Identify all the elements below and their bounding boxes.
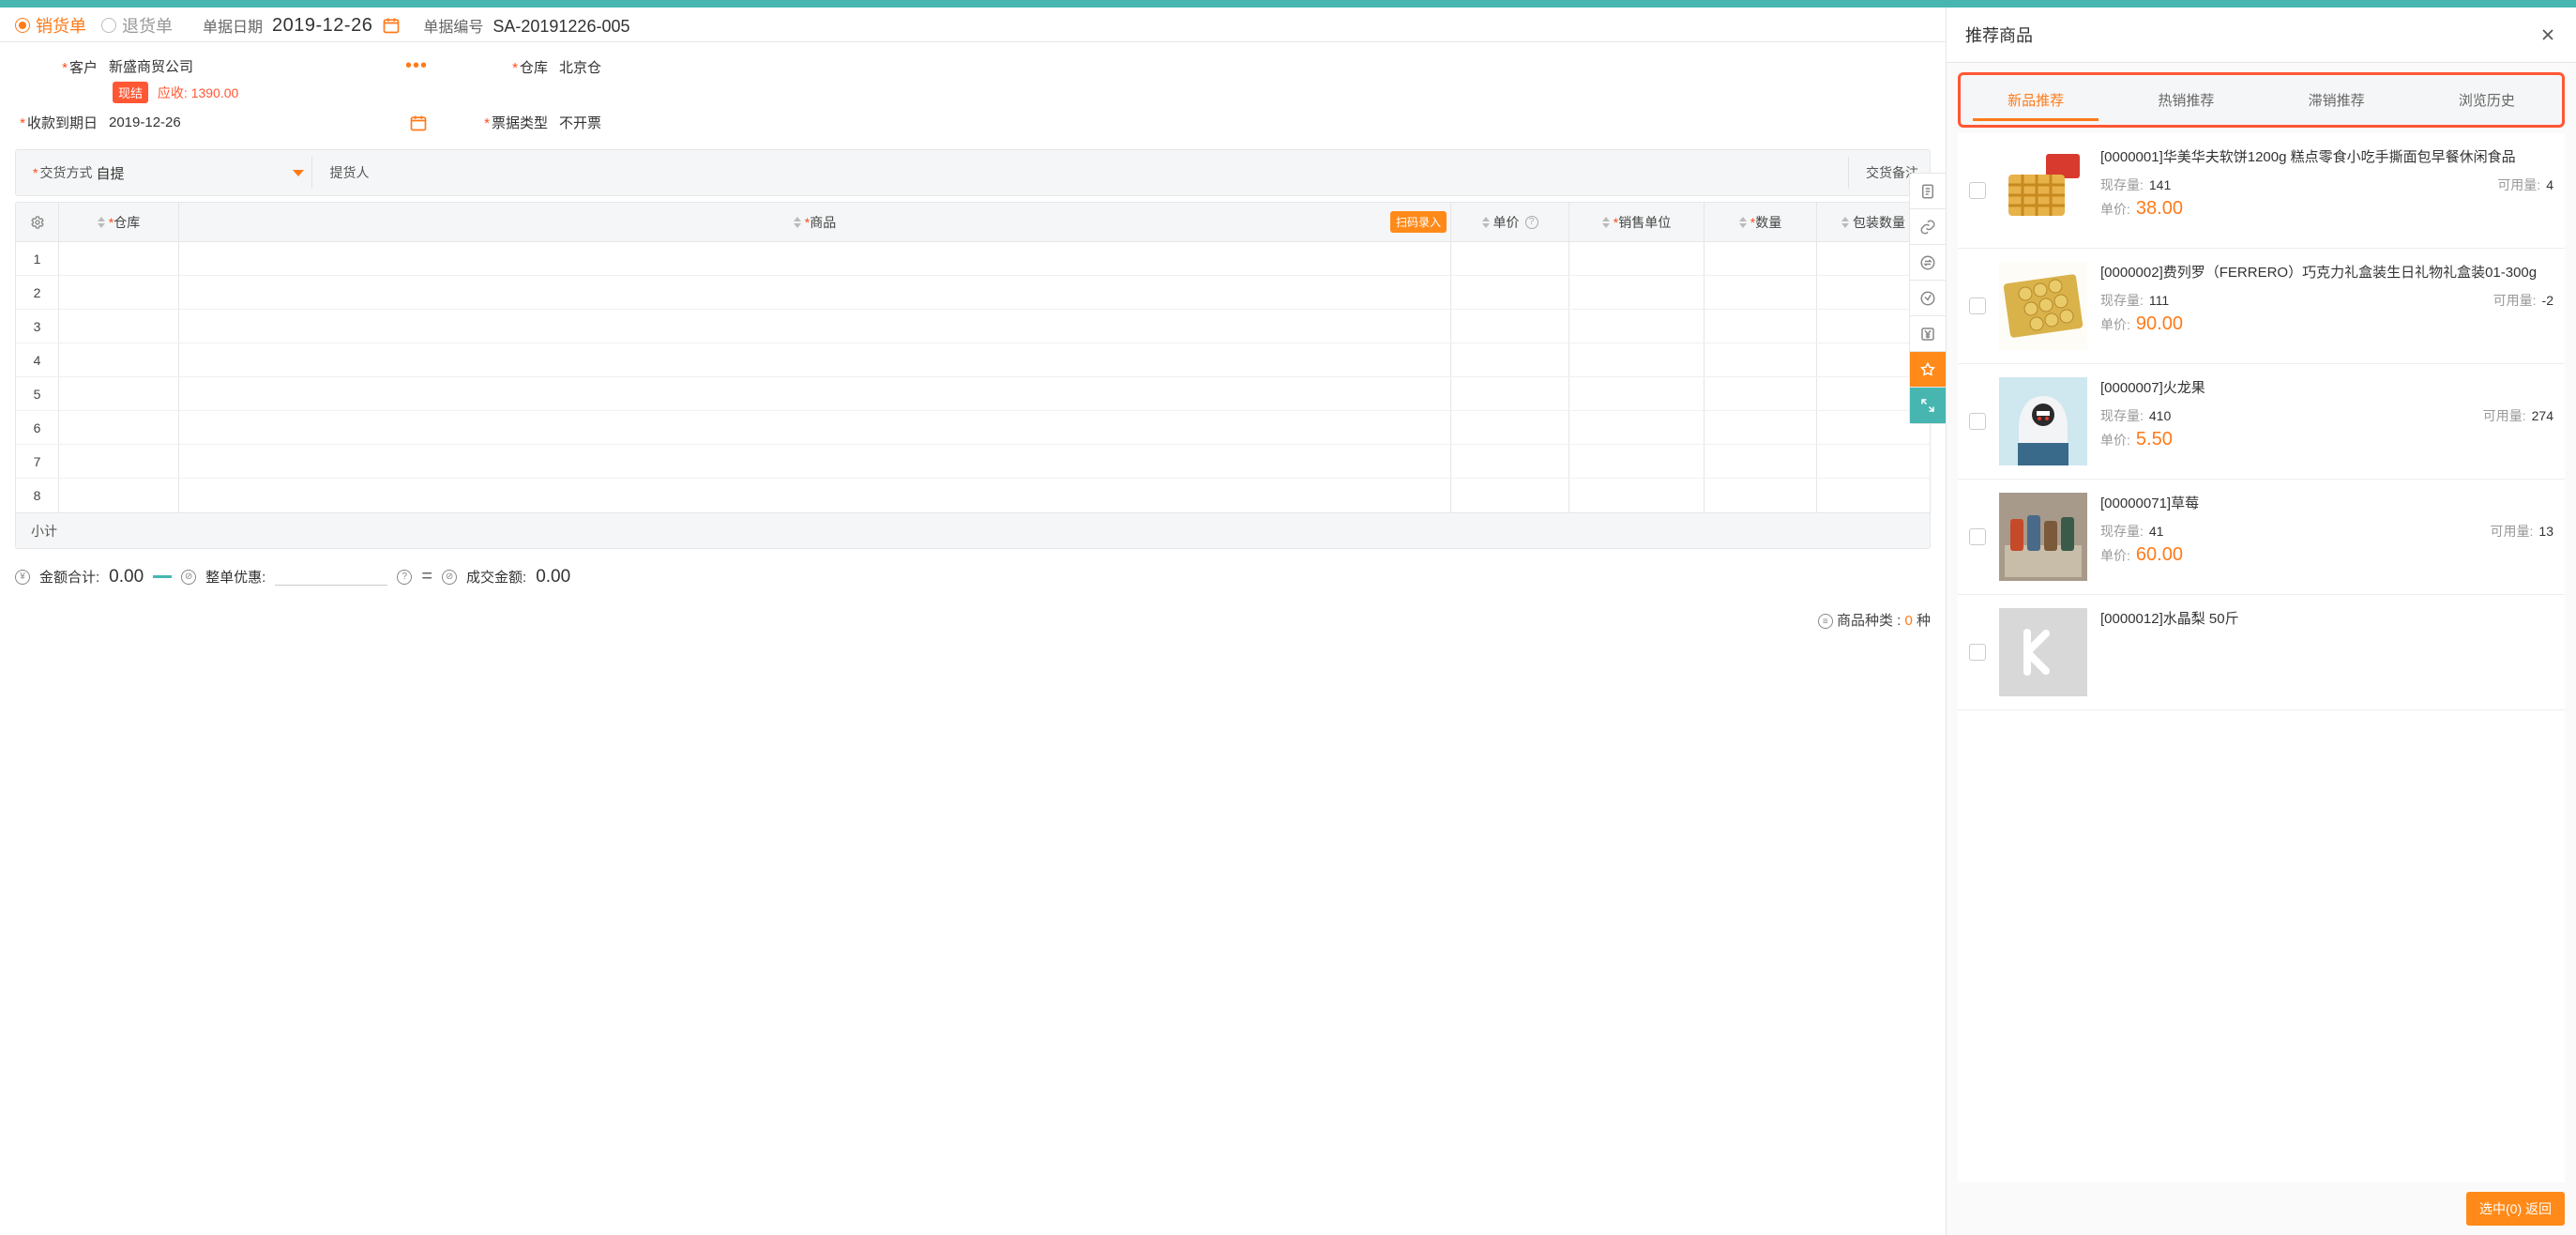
delivery-mode-value[interactable]: 自提 — [96, 163, 124, 183]
radio-sales-order[interactable]: 销货单 — [15, 13, 86, 38]
table-row[interactable]: 3 — [16, 310, 1930, 343]
table-row[interactable]: 5 — [16, 377, 1930, 411]
col-product[interactable]: *商品扫码录入 — [179, 203, 1451, 241]
due-date-label: 收款到期日 — [15, 113, 109, 132]
product-item[interactable]: [0000001]华美华夫软饼1200g 糕点零食小吃手撕面包早餐休闲食品现存量… — [1958, 133, 2565, 249]
table-row[interactable]: 8 — [16, 479, 1930, 512]
help-icon[interactable]: ? — [1525, 216, 1538, 229]
side-star-icon[interactable] — [1910, 352, 1946, 388]
warehouse-value[interactable]: 北京仓 — [559, 57, 601, 77]
doc-date-label: 单据日期 — [203, 14, 263, 37]
calendar-icon[interactable] — [382, 16, 401, 35]
calendar-icon[interactable] — [409, 114, 428, 132]
sum-label: 金额合计: — [39, 567, 99, 587]
product-checkbox[interactable] — [1969, 644, 1986, 661]
doc-no-label: 单据编号 — [423, 20, 483, 36]
recommend-title: 推荐商品 — [1965, 23, 2033, 47]
table-row[interactable]: 7 — [16, 445, 1930, 479]
product-item[interactable]: [0000012]水晶梨 50斤 — [1958, 595, 2565, 710]
product-image — [1999, 146, 2087, 235]
product-name: [0000012]水晶梨 50斤 — [2100, 608, 2553, 628]
discount-input[interactable] — [275, 569, 387, 586]
product-checkbox[interactable] — [1969, 182, 1986, 199]
equals-icon: = — [421, 566, 432, 587]
grid-subtotal-row: 小计 — [16, 512, 1930, 548]
product-name: [0000007]火龙果 — [2100, 377, 2553, 397]
col-unit[interactable]: *销售单位 — [1569, 203, 1705, 241]
yen-icon: ¥ — [15, 570, 30, 585]
table-row[interactable]: 1 — [16, 242, 1930, 276]
product-image — [1999, 493, 2087, 581]
col-qty[interactable]: *数量 — [1705, 203, 1817, 241]
discount-label: 整单优惠: — [205, 567, 265, 587]
side-link-icon[interactable] — [1910, 209, 1946, 245]
table-row[interactable]: 4 — [16, 343, 1930, 377]
recommend-tab[interactable]: 新品推荐 — [1961, 75, 2111, 125]
radio-return-order[interactable]: 退货单 — [101, 13, 173, 38]
product-item[interactable]: [00000071]草莓现存量:41可用量:13单价:60.00 — [1958, 480, 2565, 595]
product-checkbox[interactable] — [1969, 297, 1986, 314]
help-icon[interactable]: ? — [397, 570, 412, 585]
doc-no-value: SA-20191226-005 — [492, 17, 629, 36]
product-image — [1999, 262, 2087, 350]
col-settings[interactable] — [16, 203, 59, 241]
invoice-label: 票据类型 — [465, 113, 559, 132]
settle-badge: 现结 — [113, 82, 148, 103]
recommend-tab[interactable]: 热销推荐 — [2111, 75, 2261, 125]
product-name: [0000002]费列罗（FERRERO）巧克力礼盒装生日礼物礼盒装01-300… — [2100, 262, 2553, 282]
side-swap-icon[interactable] — [1910, 245, 1946, 281]
close-icon[interactable] — [2538, 25, 2557, 44]
final-value: 0.00 — [536, 567, 570, 587]
side-yen-icon[interactable] — [1910, 316, 1946, 352]
recommend-tab[interactable]: 浏览历史 — [2412, 75, 2562, 125]
customer-label: 客户 — [15, 57, 109, 77]
col-warehouse[interactable]: *仓库 — [59, 203, 179, 241]
side-approve-icon[interactable] — [1910, 281, 1946, 316]
side-expand-icon[interactable] — [1910, 388, 1946, 423]
doc-date-value[interactable]: 2019-12-26 — [272, 15, 372, 37]
product-name: [00000071]草莓 — [2100, 493, 2553, 512]
customer-lookup-icon[interactable]: ••• — [405, 55, 428, 77]
select-return-button[interactable]: 选中(0) 返回 — [2466, 1192, 2565, 1226]
product-name: [0000001]华美华夫软饼1200g 糕点零食小吃手撕面包早餐休闲食品 — [2100, 146, 2553, 166]
product-item[interactable]: [0000002]费列罗（FERRERO）巧克力礼盒装生日礼物礼盒装01-300… — [1958, 249, 2565, 364]
amount-due-value: 1390.00 — [191, 85, 239, 100]
product-checkbox[interactable] — [1969, 528, 1986, 545]
final-label: 成交金额: — [466, 567, 526, 587]
delivery-mode-label: 交货方式 — [23, 163, 96, 182]
table-row[interactable]: 6 — [16, 411, 1930, 445]
pickup-label: 提货人 — [320, 163, 372, 182]
product-image — [1999, 377, 2087, 465]
product-count-label: 商品种类 : — [1837, 613, 1901, 629]
scan-input-button[interactable]: 扫码录入 — [1390, 211, 1447, 233]
customer-value[interactable]: 新盛商贸公司 — [109, 56, 193, 76]
gear-icon — [30, 215, 45, 230]
minus-icon — [153, 575, 172, 578]
product-item[interactable]: [0000007]火龙果现存量:410可用量:274单价:5.50 — [1958, 364, 2565, 480]
sum-value: 0.00 — [109, 567, 144, 587]
invoice-value[interactable]: 不开票 — [559, 113, 601, 132]
side-doc-icon[interactable] — [1910, 174, 1946, 209]
final-icon: ⊘ — [442, 570, 457, 585]
col-price[interactable]: 单价? — [1451, 203, 1569, 241]
due-date-value[interactable]: 2019-12-26 — [109, 114, 181, 130]
discount-icon: ⊘ — [181, 570, 196, 585]
product-checkbox[interactable] — [1969, 413, 1986, 430]
product-image — [1999, 608, 2087, 696]
chevron-down-icon[interactable] — [293, 170, 304, 176]
warehouse-label: 仓库 — [465, 57, 559, 77]
table-row[interactable]: 2 — [16, 276, 1930, 310]
product-count-value: 0 — [1904, 613, 1912, 629]
recommend-tab[interactable]: 滞销推荐 — [2262, 75, 2412, 125]
